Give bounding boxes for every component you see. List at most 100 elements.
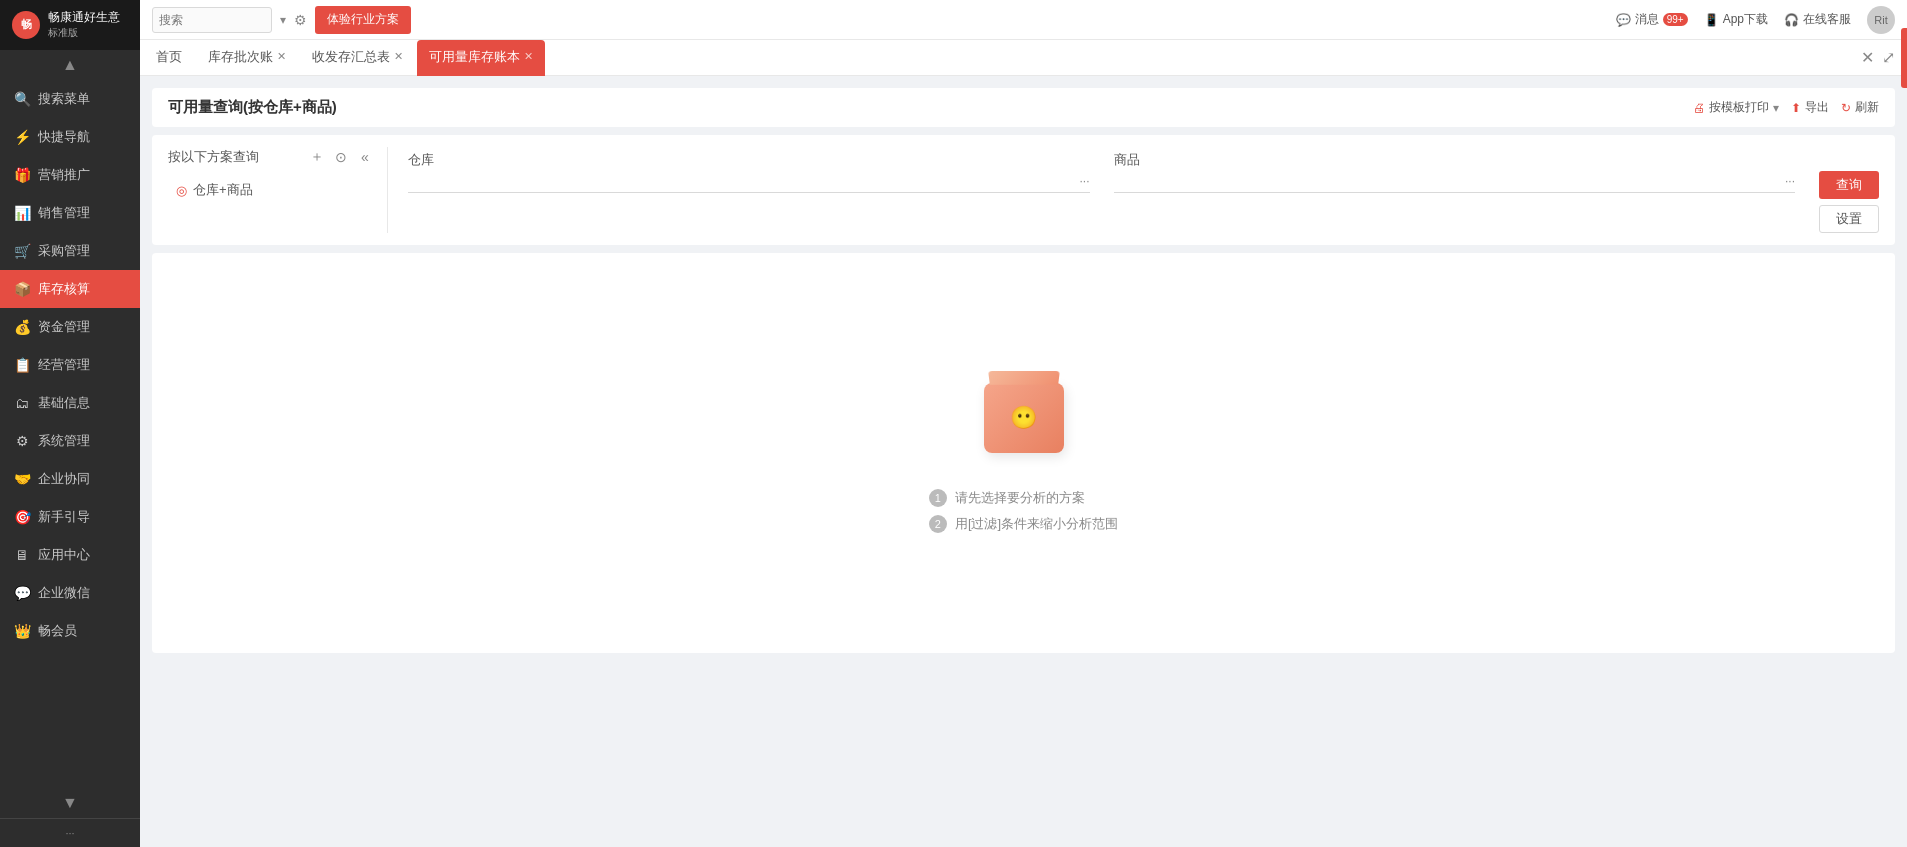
search-input[interactable] — [152, 7, 272, 33]
filter-collapse-btn[interactable]: « — [355, 147, 375, 167]
app-center-icon: 🖥 — [14, 547, 30, 563]
tab-fullscreen-btn[interactable]: ⤢ — [1882, 48, 1895, 67]
corp-wechat-icon: 💬 — [14, 585, 30, 601]
sidebar-item-member[interactable]: 👑畅会员 — [0, 612, 140, 650]
sidebar-item-label-member: 畅会员 — [38, 622, 77, 640]
sidebar-item-label-onboarding: 新手引导 — [38, 508, 90, 526]
app-info: 畅康通好生意 标准版 — [48, 10, 120, 40]
hint-num-2: 2 — [929, 515, 947, 533]
scroll-edge-indicator — [1901, 28, 1907, 88]
purchase-icon: 🛒 — [14, 243, 30, 259]
sidebar-item-label-search: 搜索菜单 — [38, 90, 90, 108]
tab-collect-summary[interactable]: 收发存汇总表✕ — [300, 40, 415, 76]
page-header-actions: 🖨 按模板打印 ▾ ⬆ 导出 ↻ 刷新 — [1693, 99, 1879, 116]
topbar-gear-icon[interactable]: ⚙ — [294, 12, 307, 28]
print-icon: 🖨 — [1693, 101, 1705, 115]
refresh-btn[interactable]: ↻ 刷新 — [1841, 99, 1879, 116]
export-btn[interactable]: ⬆ 导出 — [1791, 99, 1829, 116]
filter-warehouse-label: 仓库 — [408, 151, 1090, 169]
query-btn[interactable]: 查询 — [1819, 171, 1879, 199]
filter-left-header: 按以下方案查询 ＋ ⊙ « — [168, 147, 375, 167]
message-icon: 💬 — [1616, 13, 1631, 27]
solution-btn[interactable]: 体验行业方案 — [315, 6, 411, 34]
sidebar-item-finance[interactable]: 💰资金管理 — [0, 308, 140, 346]
sidebar-item-label-app-center: 应用中心 — [38, 546, 90, 564]
page-content: 可用量查询(按仓库+商品) 🖨 按模板打印 ▾ ⬆ 导出 ↻ 刷新 — [140, 76, 1907, 847]
empty-box-graphic: 😶 — [984, 383, 1064, 453]
message-badge: 99+ — [1663, 13, 1688, 26]
filter-warehouse-input[interactable] — [408, 173, 1075, 188]
sidebar-item-label-sales: 销售管理 — [38, 204, 90, 222]
sidebar-header: 畅 畅康通好生意 标准版 — [0, 0, 140, 50]
sidebar-item-quick-nav[interactable]: ⚡ 快捷导航 — [0, 118, 140, 156]
filter-settings-apply-btn[interactable]: 设置 — [1819, 205, 1879, 233]
sidebar-scroll-up[interactable]: ▲ — [0, 50, 140, 80]
online-service-btn[interactable]: 🎧 在线客服 — [1784, 11, 1851, 28]
app-download-btn[interactable]: 📱 App下载 — [1704, 11, 1768, 28]
filter-goods-more-btn[interactable]: ··· — [1785, 174, 1795, 188]
filter-settings-btn[interactable]: ⊙ — [331, 147, 351, 167]
sidebar-item-app-center[interactable]: 🖥 应用中心 — [0, 536, 140, 574]
sidebar-item-label-operations: 经营管理 — [38, 356, 90, 374]
empty-state-container: 😶 1 请先选择要分析的方案 2 用[过滤]条件来缩小分析范围 — [152, 253, 1895, 653]
sidebar-item-sales[interactable]: 📊 销售管理 — [0, 194, 140, 232]
tab-home[interactable]: 首页 — [144, 40, 194, 76]
operations-icon: 📋 — [14, 357, 30, 373]
sidebar-item-label-system: 系统管理 — [38, 432, 90, 450]
tab-batch-account[interactable]: 库存批次账✕ — [196, 40, 298, 76]
sidebar-footer: ··· — [0, 818, 140, 847]
sidebar-item-system[interactable]: ⚙系统管理 — [0, 422, 140, 460]
refresh-icon: ↻ — [1841, 101, 1851, 115]
search-chevron-icon[interactable]: ▾ — [280, 13, 286, 27]
page-header: 可用量查询(按仓库+商品) 🖨 按模板打印 ▾ ⬆ 导出 ↻ 刷新 — [152, 88, 1895, 127]
sidebar-item-label-corp: 企业协同 — [38, 470, 90, 488]
search-icon: 🔍 — [14, 91, 30, 107]
sidebar-scroll-down[interactable]: ▼ — [0, 788, 140, 818]
quick-nav-icon: ⚡ — [14, 129, 30, 145]
tab-close-available-stock[interactable]: ✕ — [524, 50, 533, 63]
tab-close-batch-account[interactable]: ✕ — [277, 50, 286, 63]
tab-available-stock[interactable]: 可用量库存账本✕ — [417, 40, 545, 76]
filter-scheme-icon: ◎ — [176, 183, 187, 198]
corp-icon: 🤝 — [14, 471, 30, 487]
filter-add-btn[interactable]: ＋ — [307, 147, 327, 167]
sidebar-item-onboarding[interactable]: 🎯 新手引导 — [0, 498, 140, 536]
sidebar-item-corp-wechat[interactable]: 💬 企业微信 — [0, 574, 140, 612]
sidebar-item-basics[interactable]: 🗂基础信息 — [0, 384, 140, 422]
filter-right: 仓库 ··· 商品 ··· 查询 设置 — [388, 147, 1879, 233]
sidebar-item-label-basics: 基础信息 — [38, 394, 90, 412]
sidebar-item-label-marketing: 营销推广 — [38, 166, 90, 184]
tabs-bar: 首页库存批次账✕收发存汇总表✕可用量库存账本✕ ✕ ⤢ — [140, 40, 1907, 76]
filter-scheme-item[interactable]: ◎ 仓库+商品 — [168, 175, 375, 205]
hint-num-1: 1 — [929, 489, 947, 507]
empty-state: 😶 1 请先选择要分析的方案 2 用[过滤]条件来缩小分析范围 — [152, 293, 1895, 613]
filter-goods-input[interactable] — [1114, 173, 1781, 188]
sales-icon: 📊 — [14, 205, 30, 221]
sidebar-item-search[interactable]: 🔍 搜索菜单 — [0, 80, 140, 118]
main-area: ▾ ⚙ 体验行业方案 💬 消息 99+ 📱 App下载 🎧 在线客服 Rit — [140, 0, 1907, 847]
print-chevron-icon: ▾ — [1773, 101, 1779, 115]
sidebar-item-label-corp-wechat: 企业微信 — [38, 584, 90, 602]
tabs-actions: ✕ ⤢ — [1861, 48, 1903, 67]
filter-goods-field: 商品 ··· — [1114, 151, 1796, 193]
print-btn[interactable]: 🖨 按模板打印 ▾ — [1693, 99, 1779, 116]
filter-panel: 按以下方案查询 ＋ ⊙ « ◎ 仓库+商品 仓库 · — [152, 135, 1895, 245]
filter-left: 按以下方案查询 ＋ ⊙ « ◎ 仓库+商品 — [168, 147, 388, 233]
sidebar-item-operations[interactable]: 📋 经营管理 — [0, 346, 140, 384]
sidebar-item-purchase[interactable]: 🛒采购管理 — [0, 232, 140, 270]
sidebar-item-stock[interactable]: 📦库存核算 — [0, 270, 140, 308]
sidebar: 畅 畅康通好生意 标准版 ▲ 🔍 搜索菜单 ⚡ 快捷导航 🎁营销推广 📊 销售管理 🛒采购管理… — [0, 0, 140, 847]
onboarding-icon: 🎯 — [14, 509, 30, 525]
sidebar-item-label-quick-nav: 快捷导航 — [38, 128, 90, 146]
tab-close-collect-summary[interactable]: ✕ — [394, 50, 403, 63]
empty-state-visual: 😶 — [964, 373, 1084, 473]
message-btn[interactable]: 💬 消息 99+ — [1616, 11, 1688, 28]
sidebar-item-marketing[interactable]: 🎁营销推广 — [0, 156, 140, 194]
filter-warehouse-more-btn[interactable]: ··· — [1079, 174, 1089, 188]
page-title: 可用量查询(按仓库+商品) — [168, 98, 337, 117]
sidebar-item-label-finance: 资金管理 — [38, 318, 90, 336]
refresh-label: 刷新 — [1855, 99, 1879, 116]
tab-close-all-btn[interactable]: ✕ — [1861, 48, 1874, 67]
sidebar-item-corp[interactable]: 🤝 企业协同 — [0, 460, 140, 498]
user-area[interactable]: Rit — [1867, 6, 1895, 34]
